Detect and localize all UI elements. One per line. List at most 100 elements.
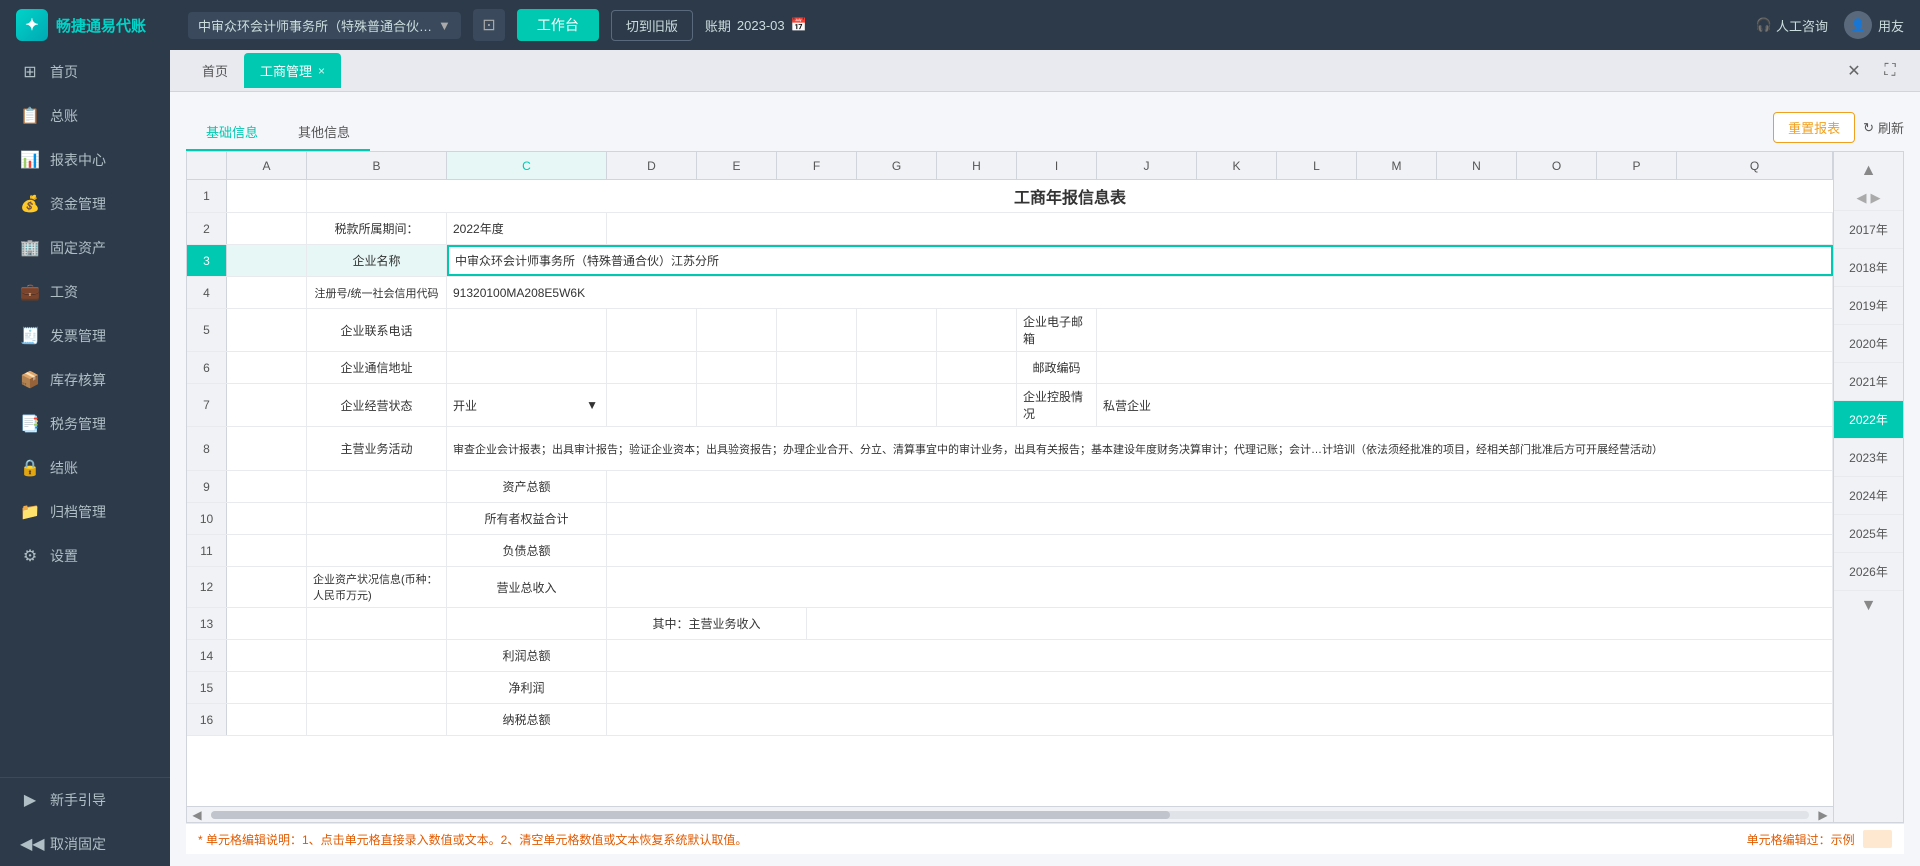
sidebar-item-invoice[interactable]: 🧾 发票管理 <box>0 314 170 358</box>
cell-5-f[interactable] <box>777 309 857 351</box>
cell-1-a[interactable] <box>227 180 307 212</box>
year-item-2019[interactable]: 2019年 <box>1834 287 1903 325</box>
cell-13-c[interactable] <box>447 608 607 639</box>
scroll-left-arrow[interactable]: ◀ <box>187 807 207 823</box>
cell-6-f[interactable] <box>777 352 857 383</box>
cell-6-c[interactable] <box>447 352 607 383</box>
cell-5-a[interactable] <box>227 309 307 351</box>
cell-8-b[interactable]: 主营业务活动 <box>307 427 447 470</box>
cell-16-b[interactable] <box>307 704 447 735</box>
cell-9-label[interactable]: 资产总额 <box>447 471 607 502</box>
cell-4-a[interactable] <box>227 277 307 308</box>
cell-10-label[interactable]: 所有者权益合计 <box>447 503 607 534</box>
cell-15-b[interactable] <box>307 672 447 703</box>
cell-15-a[interactable] <box>227 672 307 703</box>
sidebar-item-close[interactable]: 🔒 结账 <box>0 446 170 490</box>
year-item-2025[interactable]: 2025年 <box>1834 515 1903 553</box>
cell-3-b[interactable]: 企业名称 <box>307 245 447 276</box>
cell-12-value[interactable] <box>607 567 1833 607</box>
copy-button[interactable]: ⊡ <box>473 9 505 41</box>
sub-tab-other[interactable]: 其他信息 <box>278 114 370 151</box>
cell-7-d[interactable] <box>607 384 697 426</box>
cell-7-ownership[interactable]: 私营企业 <box>1097 384 1833 426</box>
year-item-2020[interactable]: 2020年 <box>1834 325 1903 363</box>
cell-5-rest[interactable] <box>1097 309 1833 351</box>
close-tab-button[interactable]: ✕ <box>1840 57 1868 85</box>
cell-6-rest[interactable] <box>1097 352 1833 383</box>
cell-12-a[interactable] <box>227 567 307 607</box>
cell-10-b[interactable] <box>307 503 447 534</box>
spreadsheet-body[interactable]: 1 工商年报信息表 2 税款所属期间： 2022年度 <box>187 180 1833 806</box>
cell-6-e[interactable] <box>697 352 777 383</box>
cell-11-value[interactable] <box>607 535 1833 566</box>
cell-12-b[interactable]: 企业资产状况信息(币种：人民币万元) <box>307 567 447 607</box>
cell-6-a[interactable] <box>227 352 307 383</box>
cell-2-b[interactable]: 税款所属期间： <box>307 213 447 244</box>
cell-10-value[interactable] <box>607 503 1833 534</box>
cell-16-label[interactable]: 纳税总额 <box>447 704 607 735</box>
tab-home[interactable]: 首页 <box>186 53 244 88</box>
cell-7-a[interactable] <box>227 384 307 426</box>
cell-15-value[interactable] <box>607 672 1833 703</box>
year-item-2021[interactable]: 2021年 <box>1834 363 1903 401</box>
cell-7-ownership-label[interactable]: 企业控股情况 <box>1017 384 1097 426</box>
cell-6-j[interactable]: 邮政编码 <box>1017 352 1097 383</box>
service-button[interactable]: 🎧 人工咨询 <box>1756 16 1828 35</box>
year-panel-down[interactable]: ▼ <box>1834 591 1903 621</box>
cell-7-f[interactable] <box>777 384 857 426</box>
cell-4-b[interactable]: 注册号/统一社会信用代码 <box>307 277 447 308</box>
cell-13-a[interactable] <box>227 608 307 639</box>
scroll-track[interactable] <box>211 811 1809 819</box>
cell-12-label[interactable]: 营业总收入 <box>447 567 607 607</box>
year-panel-up[interactable]: ▲ <box>1834 156 1903 186</box>
year-item-2026[interactable]: 2026年 <box>1834 553 1903 591</box>
cell-14-a[interactable] <box>227 640 307 671</box>
cell-1-title[interactable]: 工商年报信息表 <box>307 180 1833 212</box>
year-item-2018[interactable]: 2018年 <box>1834 249 1903 287</box>
cell-3-value[interactable]: 中审众环会计师事务所（特殊普通合伙）江苏分所 <box>447 245 1833 276</box>
cell-7-h[interactable] <box>937 384 1017 426</box>
cell-2-rest[interactable] <box>607 213 1833 244</box>
sidebar-item-salary[interactable]: 💼 工资 <box>0 270 170 314</box>
cell-7-g[interactable] <box>857 384 937 426</box>
cell-6-d[interactable] <box>607 352 697 383</box>
company-selector[interactable]: 中审众环会计师事务所（特殊普通合伙… ▼ <box>188 12 461 39</box>
refresh-button[interactable]: ↻ 刷新 <box>1863 118 1904 137</box>
cell-15-label[interactable]: 净利润 <box>447 672 607 703</box>
sidebar-item-tax[interactable]: 📑 税务管理 <box>0 402 170 446</box>
cell-3-a[interactable] <box>227 245 307 276</box>
sidebar-item-inventory[interactable]: 📦 库存核算 <box>0 358 170 402</box>
year-item-2017[interactable]: 2017年 <box>1834 211 1903 249</box>
cell-5-c[interactable] <box>447 309 607 351</box>
cell-4-value[interactable]: 91320100MA208E5W6K <box>447 277 1833 308</box>
year-item-2023[interactable]: 2023年 <box>1834 439 1903 477</box>
cell-9-b[interactable] <box>307 471 447 502</box>
switch-version-button[interactable]: 切到旧版 <box>611 10 693 41</box>
horizontal-scrollbar[interactable]: ◀ ▶ <box>187 806 1833 822</box>
tab-business-management[interactable]: 工商管理 × <box>244 53 341 88</box>
reset-button[interactable]: 重置报表 <box>1773 112 1855 143</box>
sidebar-item-fund[interactable]: 💰 资金管理 <box>0 182 170 226</box>
cell-7-e[interactable] <box>697 384 777 426</box>
cell-2-a[interactable] <box>227 213 307 244</box>
cell-8-value[interactable]: 审查企业会计报表；出具审计报告；验证企业资本；出具验资报告；办理企业合开、分立、… <box>447 427 1833 470</box>
cell-5-h[interactable] <box>937 309 1017 351</box>
scroll-thumb[interactable] <box>211 811 1170 819</box>
year-item-2024[interactable]: 2024年 <box>1834 477 1903 515</box>
cell-14-label[interactable]: 利润总额 <box>447 640 607 671</box>
scroll-right-arrow[interactable]: ▶ <box>1813 807 1833 823</box>
cell-2-c[interactable]: 2022年度 <box>447 213 607 244</box>
year-item-2022[interactable]: 2022年 <box>1834 401 1903 439</box>
sidebar-item-unpin[interactable]: ◀◀ 取消固定 <box>0 822 170 866</box>
workbench-button[interactable]: 工作台 <box>517 9 599 41</box>
cell-9-value[interactable] <box>607 471 1833 502</box>
sidebar-item-report[interactable]: 📊 报表中心 <box>0 138 170 182</box>
cell-16-value[interactable] <box>607 704 1833 735</box>
cell-11-label[interactable]: 负债总额 <box>447 535 607 566</box>
cell-7-status[interactable]: 开业▼ <box>447 384 607 426</box>
sub-tab-basic[interactable]: 基础信息 <box>186 114 278 151</box>
panel-collapse-left[interactable]: ◀ <box>1857 190 1867 206</box>
cell-5-b[interactable]: 企业联系电话 <box>307 309 447 351</box>
cell-8-a[interactable] <box>227 427 307 470</box>
cell-9-a[interactable] <box>227 471 307 502</box>
